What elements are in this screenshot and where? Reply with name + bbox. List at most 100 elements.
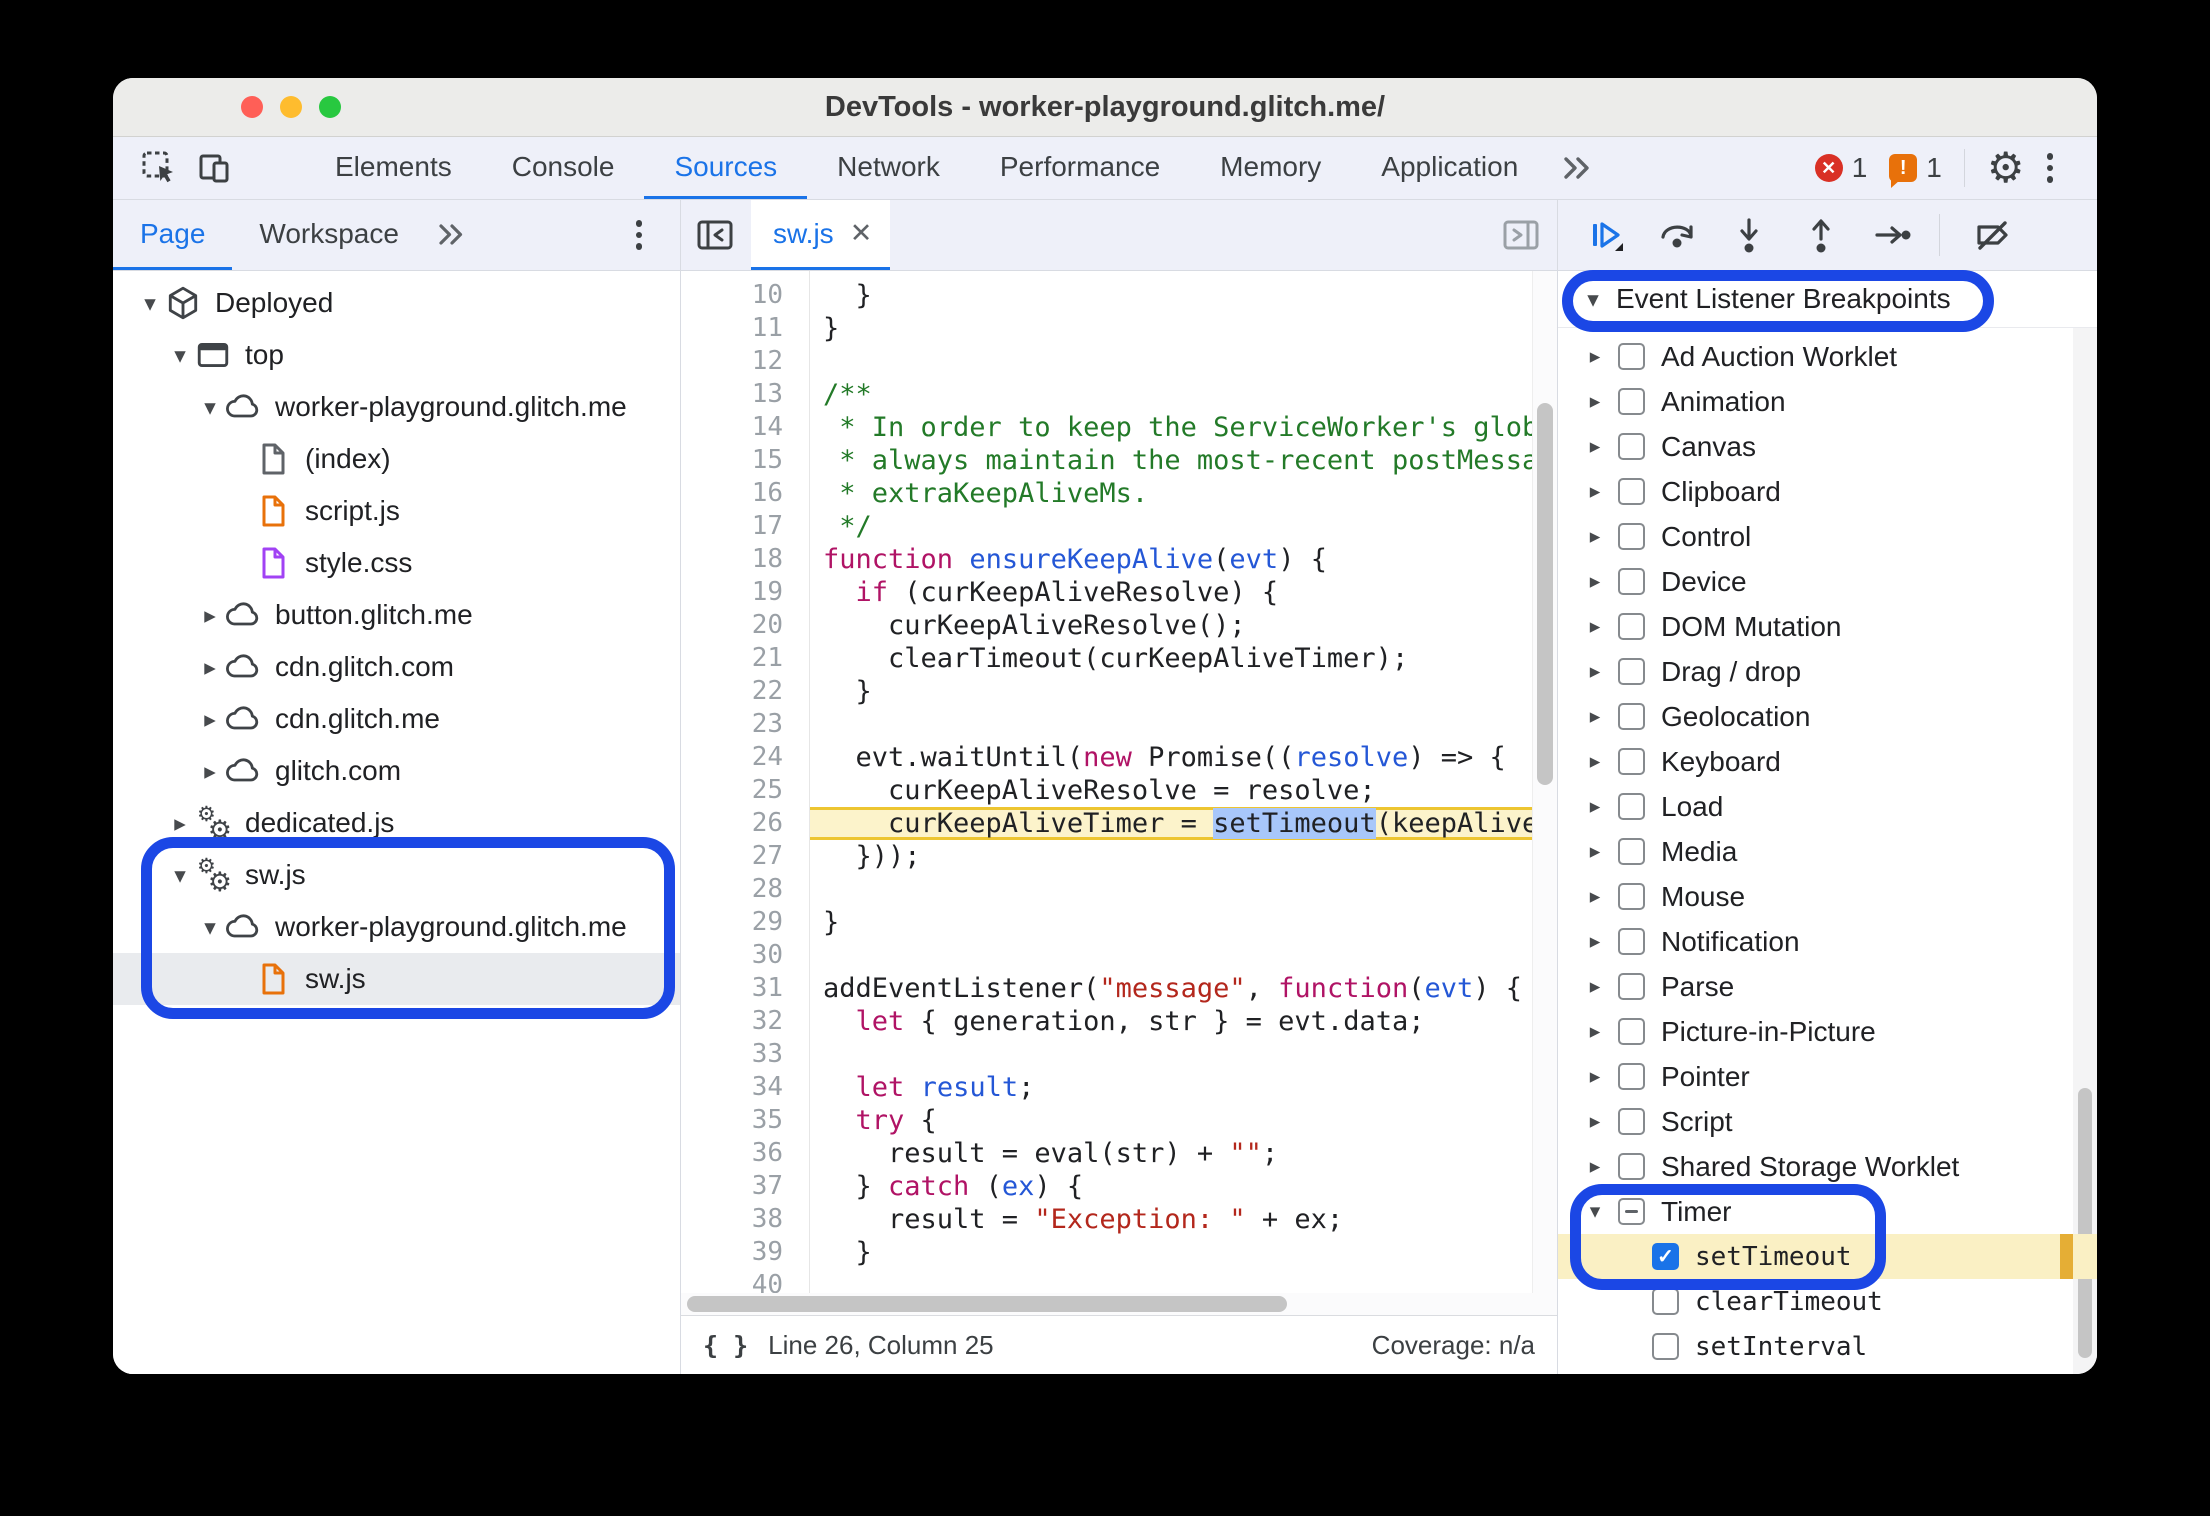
line-number[interactable]: 17 bbox=[681, 510, 809, 543]
tree-item-sw-js[interactable]: sw.js bbox=[113, 953, 680, 1005]
chevron-right-icon[interactable]: ▸ bbox=[1584, 749, 1606, 774]
step-out-button[interactable] bbox=[1801, 215, 1841, 255]
code-line-33[interactable]: 33 bbox=[681, 1038, 1557, 1071]
pretty-print-button[interactable]: { } bbox=[703, 1331, 748, 1360]
checkbox-media[interactable] bbox=[1618, 838, 1645, 865]
line-number[interactable]: 40 bbox=[681, 1269, 809, 1293]
code-line-23[interactable]: 23 bbox=[681, 708, 1557, 741]
line-number[interactable]: 25 bbox=[681, 774, 809, 807]
tree-item-glitch-com[interactable]: ▸ glitch.com bbox=[113, 745, 680, 797]
chevron-right-icon[interactable]: ▸ bbox=[1584, 479, 1606, 504]
code-line-34[interactable]: 34 let result; bbox=[681, 1071, 1557, 1104]
line-number[interactable]: 15 bbox=[681, 444, 809, 477]
code-line-36[interactable]: 36 result = eval(str) + ""; bbox=[681, 1137, 1557, 1170]
code-line-11[interactable]: 11} bbox=[681, 312, 1557, 345]
code-line-31[interactable]: 31 addEventListener("message", function(e… bbox=[681, 972, 1557, 1005]
checkbox-animation[interactable] bbox=[1618, 388, 1645, 415]
code-line-39[interactable]: 39 } bbox=[681, 1236, 1557, 1269]
chevron-right-icon[interactable]: ▸ bbox=[196, 758, 224, 785]
line-number[interactable]: 14 bbox=[681, 411, 809, 444]
event-listener-breakpoints-header[interactable]: ▾ Event Listener Breakpoints bbox=[1558, 271, 2097, 328]
breakpoint-item-cleartimeout[interactable]: clearTimeout bbox=[1558, 1279, 2097, 1324]
code-line-29[interactable]: 29} bbox=[681, 906, 1557, 939]
code-line-27[interactable]: 27 })); bbox=[681, 840, 1557, 873]
tab-performance[interactable]: Performance bbox=[970, 137, 1190, 199]
code-line-24[interactable]: 24 evt.waitUntil(new Promise((resolve) =… bbox=[681, 741, 1557, 774]
checkbox-canvas[interactable] bbox=[1618, 433, 1645, 460]
deactivate-breakpoints-button[interactable] bbox=[1972, 215, 2014, 255]
chevron-right-icon[interactable]: ▸ bbox=[1584, 659, 1606, 684]
checkbox-mouse[interactable] bbox=[1618, 883, 1645, 910]
step-button[interactable] bbox=[1873, 215, 1913, 255]
chevron-right-icon[interactable]: ▸ bbox=[1584, 344, 1606, 369]
chevron-right-icon[interactable]: ▸ bbox=[1584, 434, 1606, 459]
checkbox-picture-in-picture[interactable] bbox=[1618, 1018, 1645, 1045]
breakpoint-item-settimeout[interactable]: ✓ setTimeout bbox=[1558, 1234, 2097, 1279]
chevron-down-icon[interactable]: ▾ bbox=[1584, 1199, 1606, 1224]
tree-item-cdn-glitch-com[interactable]: ▸ cdn.glitch.com bbox=[113, 641, 680, 693]
breakpoint-item-dom-mutation[interactable]: ▸ DOM Mutation bbox=[1558, 604, 2097, 649]
code-line-18[interactable]: 18 function ensureKeepAlive(evt) { bbox=[681, 543, 1557, 576]
tree-item-dedicated-js[interactable]: ▸ ⚙ ⚙ dedicated.js bbox=[113, 797, 680, 849]
tab-page[interactable]: Page bbox=[113, 200, 233, 270]
checkbox-notification[interactable] bbox=[1618, 928, 1645, 955]
checkbox-ad-auction-worklet[interactable] bbox=[1618, 343, 1645, 370]
breakpoint-item-animation[interactable]: ▸ Animation bbox=[1558, 379, 2097, 424]
code-line-38[interactable]: 38 result = "Exception: " + ex; bbox=[681, 1203, 1557, 1236]
breakpoint-item-control[interactable]: ▸ Control bbox=[1558, 514, 2097, 559]
line-number[interactable]: 22 bbox=[681, 675, 809, 708]
step-over-button[interactable] bbox=[1657, 215, 1697, 255]
code-line-30[interactable]: 30 bbox=[681, 939, 1557, 972]
line-number[interactable]: 32 bbox=[681, 1005, 809, 1038]
checkbox-shared-storage-worklet[interactable] bbox=[1618, 1153, 1645, 1180]
breakpoint-item-mouse[interactable]: ▸ Mouse bbox=[1558, 874, 2097, 919]
more-navigator-tabs-button[interactable] bbox=[426, 200, 476, 270]
chevron-right-icon[interactable]: ▸ bbox=[1584, 884, 1606, 909]
tree-item-cdn-glitch-me[interactable]: ▸ cdn.glitch.me bbox=[113, 693, 680, 745]
checkbox-dom-mutation[interactable] bbox=[1618, 613, 1645, 640]
tree-item-deployed[interactable]: ▾ Deployed bbox=[113, 277, 680, 329]
line-number[interactable]: 31 bbox=[681, 972, 809, 1005]
checkbox-settimeout[interactable]: ✓ bbox=[1652, 1243, 1679, 1270]
tab-sources[interactable]: Sources bbox=[644, 137, 808, 199]
tab-elements[interactable]: Elements bbox=[305, 137, 482, 199]
chevron-right-icon[interactable]: ▸ bbox=[1584, 839, 1606, 864]
line-number[interactable]: 34 bbox=[681, 1071, 809, 1104]
breakpoint-item-clipboard[interactable]: ▸ Clipboard bbox=[1558, 469, 2097, 514]
line-number[interactable]: 23 bbox=[681, 708, 809, 741]
breakpoint-item-notification[interactable]: ▸ Notification bbox=[1558, 919, 2097, 964]
tree-item-top[interactable]: ▾ top bbox=[113, 329, 680, 381]
line-number[interactable]: 33 bbox=[681, 1038, 809, 1071]
chevron-right-icon[interactable]: ▸ bbox=[1584, 929, 1606, 954]
code-line-17[interactable]: 17 */ bbox=[681, 510, 1557, 543]
code-line-15[interactable]: 15 * always maintain the most-recent pos… bbox=[681, 444, 1557, 477]
open-right-panel-icon[interactable] bbox=[1501, 200, 1557, 270]
code-line-32[interactable]: 32 let { generation, str } = evt.data; bbox=[681, 1005, 1557, 1038]
checkbox-script[interactable] bbox=[1618, 1108, 1645, 1135]
step-into-button[interactable] bbox=[1729, 215, 1769, 255]
chevron-down-icon[interactable]: ▾ bbox=[166, 862, 194, 889]
tab-console[interactable]: Console bbox=[482, 137, 645, 199]
settings-gear-icon[interactable]: ⚙ bbox=[1987, 147, 2025, 189]
line-number[interactable]: 28 bbox=[681, 873, 809, 906]
tree-item-index[interactable]: (index) bbox=[113, 433, 680, 485]
breakpoint-item-timer[interactable]: ▾ Timer bbox=[1558, 1189, 2097, 1234]
tree-item-sw-js[interactable]: ▾ ⚙ ⚙ sw.js bbox=[113, 849, 680, 901]
chevron-right-icon[interactable]: ▸ bbox=[166, 810, 194, 837]
line-number[interactable]: 18 bbox=[681, 543, 809, 576]
tab-memory[interactable]: Memory bbox=[1190, 137, 1351, 199]
chevron-down-icon[interactable]: ▾ bbox=[196, 914, 224, 941]
line-number[interactable]: 36 bbox=[681, 1137, 809, 1170]
chevron-down-icon[interactable]: ▾ bbox=[136, 290, 164, 317]
breakpoint-item-device[interactable]: ▸ Device bbox=[1558, 559, 2097, 604]
line-number[interactable]: 12 bbox=[681, 345, 809, 378]
breakpoint-item-ad-auction-worklet[interactable]: ▸ Ad Auction Worklet bbox=[1558, 334, 2097, 379]
tab-workspace[interactable]: Workspace bbox=[232, 200, 426, 270]
checkbox-pointer[interactable] bbox=[1618, 1063, 1645, 1090]
breakpoint-item-setinterval[interactable]: setInterval bbox=[1558, 1324, 2097, 1369]
chevron-right-icon[interactable]: ▸ bbox=[1584, 569, 1606, 594]
chevron-right-icon[interactable]: ▸ bbox=[1584, 1019, 1606, 1044]
code-editor[interactable]: 10 } 11} 12 13/** 14 * In order to keep the … bbox=[681, 271, 1557, 1293]
line-number[interactable]: 19 bbox=[681, 576, 809, 609]
breakpoint-item-pointer[interactable]: ▸ Pointer bbox=[1558, 1054, 2097, 1099]
